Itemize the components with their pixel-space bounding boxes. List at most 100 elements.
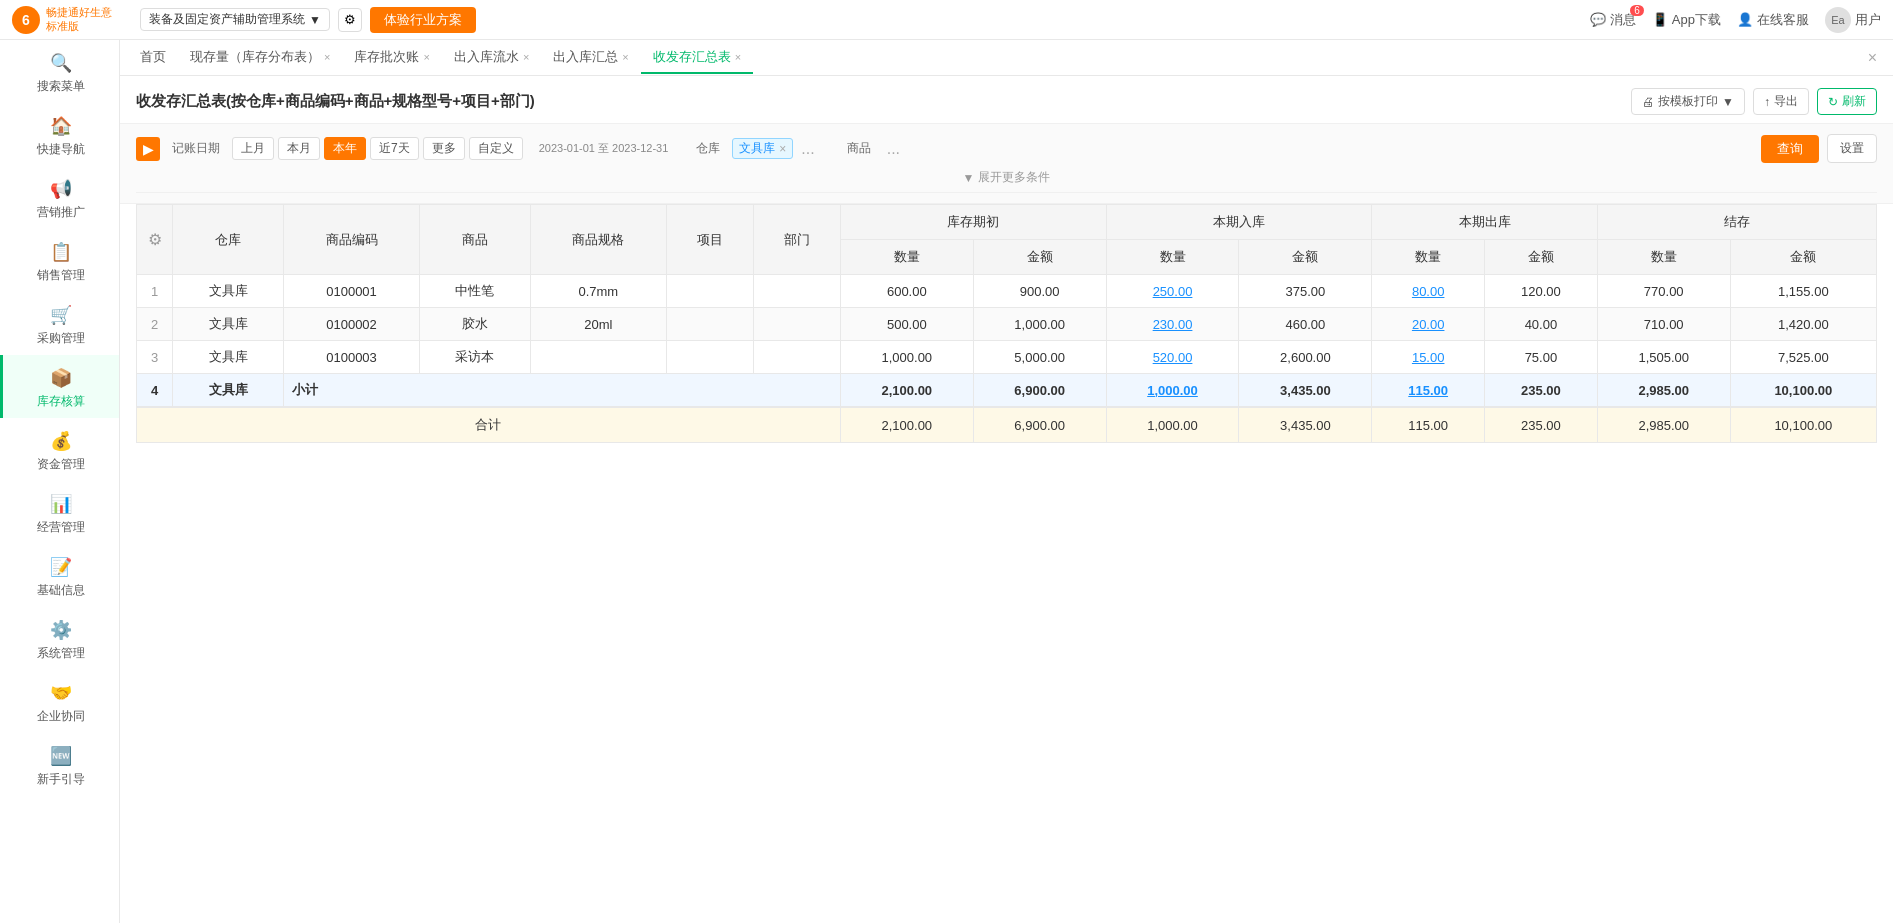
- page-content: 收发存汇总表(按仓库+商品编码+商品+规格型号+项目+部门) 🖨 按模板打印 ▼…: [120, 76, 1893, 923]
- tab-batch[interactable]: 库存批次账 ×: [342, 42, 441, 74]
- tab-bar-close-all[interactable]: ×: [1860, 49, 1885, 67]
- online-service-button[interactable]: 👤 在线客服: [1737, 11, 1809, 29]
- th-in-stock: 本期入库: [1106, 205, 1372, 240]
- column-settings-icon[interactable]: ⚙: [148, 231, 162, 248]
- th-out-qty: 数量: [1372, 240, 1485, 275]
- row-bal-qty: 770.00: [1597, 275, 1730, 308]
- system-title-label: 装备及固定资产辅助管理系统: [149, 11, 305, 28]
- system-selector[interactable]: 装备及固定资产辅助管理系统 ▼: [140, 8, 330, 31]
- tab-in-out-summary[interactable]: 出入库汇总 ×: [541, 42, 640, 74]
- date-btn-more[interactable]: 更多: [423, 137, 465, 160]
- tab-stock-dist-close[interactable]: ×: [324, 51, 330, 63]
- th-out-amt: 金额: [1485, 240, 1598, 275]
- expand-more-button[interactable]: ▼ 展开更多条件: [963, 169, 1051, 186]
- tab-stock-dist[interactable]: 现存量（库存分布表） ×: [178, 42, 342, 74]
- sidebar: 🔍 搜索菜单 🏠 快捷导航 📢 营销推广 📋 销售管理 🛒 采购管理 📦 库存核…: [0, 40, 120, 923]
- row-in-qty[interactable]: 250.00: [1106, 275, 1239, 308]
- row-out-qty[interactable]: 20.00: [1372, 308, 1485, 341]
- tab-in-out-flow-close[interactable]: ×: [523, 51, 529, 63]
- tab-recv-send[interactable]: 收发存汇总表 ×: [641, 42, 753, 74]
- row-dept: [753, 341, 840, 374]
- row-init-qty: 1,000.00: [840, 341, 973, 374]
- app-download-button[interactable]: 📱 App下载: [1652, 11, 1721, 29]
- download-icon: 📱: [1652, 12, 1668, 27]
- tab-home[interactable]: 首页: [128, 42, 178, 74]
- row-init-amt: 5,000.00: [973, 341, 1106, 374]
- tab-in-out-flow[interactable]: 出入库流水 ×: [442, 42, 541, 74]
- query-button[interactable]: 查询: [1761, 135, 1819, 163]
- row-init-amt: 1,000.00: [973, 308, 1106, 341]
- row-warehouse: 文具库: [173, 341, 284, 374]
- sidebar-item-search[interactable]: 🔍 搜索菜单: [0, 40, 119, 103]
- row-in-amt: 2,600.00: [1239, 341, 1372, 374]
- filter-area: ▶ 记账日期 上月 本月 本年 近7天 更多 自定义 2023-01-01 至 …: [120, 124, 1893, 204]
- sales-icon: 📋: [50, 241, 72, 263]
- tab-batch-label: 库存批次账: [354, 48, 419, 66]
- sidebar-item-label: 系统管理: [37, 645, 85, 662]
- row-init-qty: 600.00: [840, 275, 973, 308]
- user-menu[interactable]: Ea 用户: [1825, 7, 1881, 33]
- warehouse-tag-close[interactable]: ×: [779, 142, 786, 156]
- sidebar-item-sales[interactable]: 📋 销售管理: [0, 229, 119, 292]
- filter-toggle-arrow[interactable]: ▶: [136, 137, 160, 161]
- sidebar-item-label: 基础信息: [37, 582, 85, 599]
- user-label: 用户: [1855, 11, 1881, 29]
- warehouse-tag-text: 文具库: [739, 140, 775, 157]
- sidebar-item-purchase[interactable]: 🛒 采购管理: [0, 292, 119, 355]
- sidebar-item-quick[interactable]: 🏠 快捷导航: [0, 103, 119, 166]
- date-btn-custom[interactable]: 自定义: [469, 137, 523, 160]
- table-container: ⚙ 仓库 商品编码 商品 商品规格 项目 部门 库存期初 本期入库 本期出库 结…: [120, 204, 1893, 459]
- filter-settings-button[interactable]: 设置: [1827, 134, 1877, 163]
- print-button[interactable]: 🖨 按模板打印 ▼: [1631, 88, 1745, 115]
- total-init-qty: 2,100.00: [840, 407, 973, 443]
- subtotal-init-amt: 6,900.00: [973, 374, 1106, 408]
- tab-batch-close[interactable]: ×: [423, 51, 429, 63]
- row-spec: 0.7mm: [531, 275, 666, 308]
- warehouse-more-btn[interactable]: ...: [797, 140, 818, 158]
- sidebar-item-guide[interactable]: 🆕 新手引导: [0, 733, 119, 796]
- sidebar-item-corp[interactable]: 🤝 企业协同: [0, 670, 119, 733]
- message-button[interactable]: 💬 消息 6: [1590, 11, 1636, 29]
- home-icon: 🏠: [50, 115, 72, 137]
- date-btn-this-month[interactable]: 本月: [278, 137, 320, 160]
- settings-icon[interactable]: ⚙: [338, 8, 362, 32]
- tab-recv-send-label: 收发存汇总表: [653, 48, 731, 66]
- export-button[interactable]: ↑ 导出: [1753, 88, 1809, 115]
- date-btn-last-month[interactable]: 上月: [232, 137, 274, 160]
- purchase-icon: 🛒: [50, 304, 72, 326]
- sidebar-item-label: 企业协同: [37, 708, 85, 725]
- row-out-qty[interactable]: 15.00: [1372, 341, 1485, 374]
- expand-more-label: 展开更多条件: [978, 169, 1050, 186]
- date-btn-7days[interactable]: 近7天: [370, 137, 419, 160]
- th-bal-amt: 金额: [1730, 240, 1876, 275]
- sidebar-item-finance[interactable]: 💰 资金管理: [0, 418, 119, 481]
- row-out-qty[interactable]: 80.00: [1372, 275, 1485, 308]
- th-bal-qty: 数量: [1597, 240, 1730, 275]
- refresh-button[interactable]: ↻ 刷新: [1817, 88, 1877, 115]
- trial-button[interactable]: 体验行业方案: [370, 7, 476, 33]
- tab-in-out-summary-close[interactable]: ×: [622, 51, 628, 63]
- tab-recv-send-close[interactable]: ×: [735, 51, 741, 63]
- system-icon: ⚙️: [50, 619, 72, 641]
- sidebar-item-system[interactable]: ⚙️ 系统管理: [0, 607, 119, 670]
- row-in-qty[interactable]: 230.00: [1106, 308, 1239, 341]
- row-in-qty[interactable]: 520.00: [1106, 341, 1239, 374]
- sidebar-item-marketing[interactable]: 📢 营销推广: [0, 166, 119, 229]
- sidebar-item-inventory[interactable]: 📦 库存核算: [0, 355, 119, 418]
- row-num: 3: [137, 341, 173, 374]
- print-icon: 🖨: [1642, 95, 1654, 109]
- subtotal-init-qty: 2,100.00: [840, 374, 973, 408]
- goods-more-btn[interactable]: ...: [883, 140, 904, 158]
- th-project: 项目: [666, 205, 753, 275]
- warehouse-filter-tag: 文具库 ×: [732, 138, 793, 159]
- export-label: 导出: [1774, 93, 1798, 110]
- expand-more-row: ▼ 展开更多条件: [136, 163, 1877, 193]
- sidebar-item-basic[interactable]: 📝 基础信息: [0, 544, 119, 607]
- total-in-qty: 1,000.00: [1106, 407, 1239, 443]
- subtotal-bal-amt: 10,100.00: [1730, 374, 1876, 408]
- total-in-amt: 3,435.00: [1239, 407, 1372, 443]
- inventory-icon: 📦: [50, 367, 72, 389]
- sidebar-item-operation[interactable]: 📊 经营管理: [0, 481, 119, 544]
- th-spec: 商品规格: [531, 205, 666, 275]
- date-btn-this-year[interactable]: 本年: [324, 137, 366, 160]
